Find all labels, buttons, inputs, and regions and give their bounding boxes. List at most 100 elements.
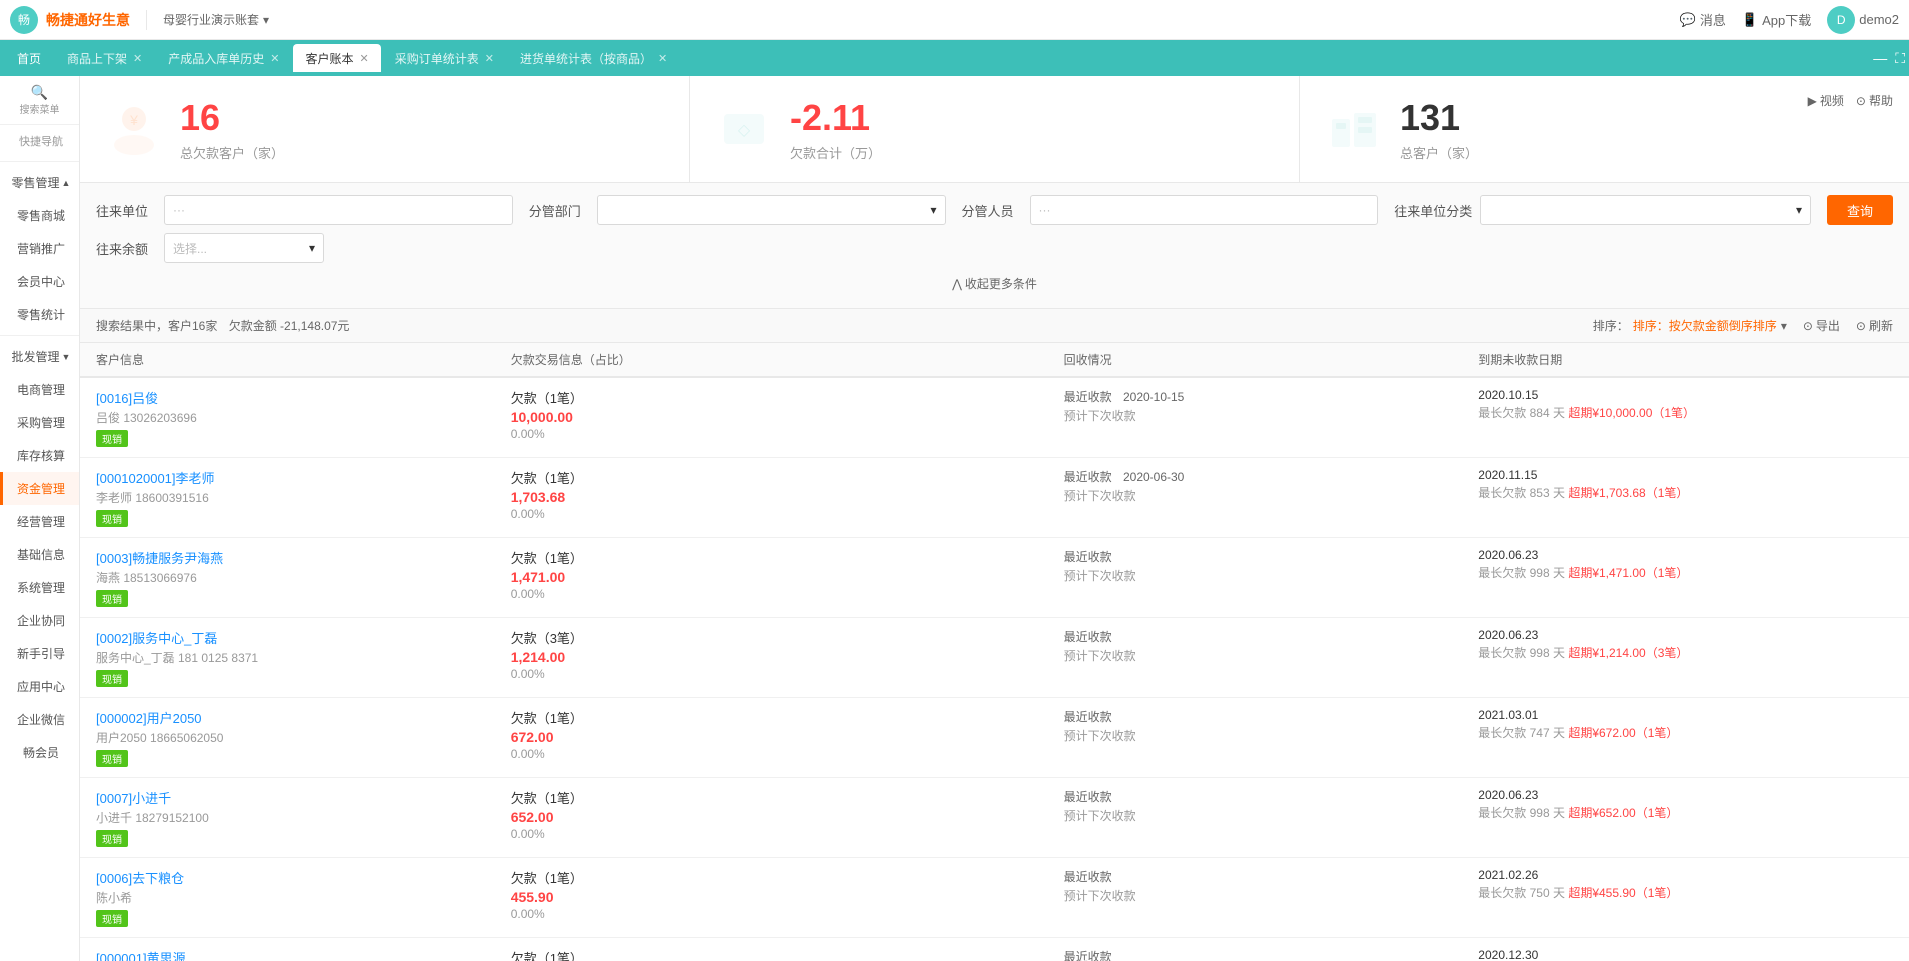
sidebar-item-member-plus[interactable]: 畅会员 [0,736,79,769]
help-btn[interactable]: ⊙ 帮助 [1856,92,1893,109]
tab-customer-account-close[interactable]: ✕ [360,52,369,65]
sidebar-item-warehouse[interactable]: 库存核算 [0,439,79,472]
recovery-next-5: 预计下次收款 [1064,807,1479,824]
recovery-info-3: 最近收款 预计下次收款 [1064,628,1479,664]
person-input[interactable]: ··· [1030,195,1379,225]
sidebar-item-system[interactable]: 系统管理 [0,571,79,604]
debt-amount-5[interactable]: 652.00 [511,809,1064,825]
sidebar-corp-wechat-label: 企业微信 [17,713,65,727]
overdue-link-6[interactable]: 超期¥455.90（1笔） [1568,886,1678,900]
customer-phone-0: 吕俊 13026203696 [96,409,511,426]
customer-name-4[interactable]: [000002]用户2050 [96,708,511,727]
customer-phone-1: 李老师 18600391516 [96,489,511,506]
sidebar-item-corp-wechat[interactable]: 企业微信 [0,703,79,736]
sort-arrow: ▾ [1781,319,1787,333]
debt-amount-1[interactable]: 1,703.68 [511,489,1064,505]
total-customers-icon [1324,99,1384,159]
app-download-button[interactable]: 📱 App下载 [1742,10,1811,29]
message-label: 消息 [1700,10,1726,29]
stat-content-debt-amount: -2.11 欠款合计（万） [790,96,1275,162]
tab-product-off-label: 商品上下架 [67,50,127,67]
sidebar-item-guide[interactable]: 新手引导 [0,637,79,670]
overdue-link-2[interactable]: 超期¥1,471.00（1笔） [1568,566,1688,580]
debt-amount-4[interactable]: 672.00 [511,729,1064,745]
overdue-link-3[interactable]: 超期¥1,214.00（3笔） [1568,646,1688,660]
unit-class-select[interactable]: ▾ [1480,195,1811,225]
tab-product-history[interactable]: 产成品入库单历史 ✕ [156,44,291,72]
customer-name-1[interactable]: [0001020001]李老师 [96,468,511,487]
col-header-customer: 客户信息 [96,351,511,368]
result-actions: 排序： 排序：按欠款金额倒序排序 ▾ ⊙ 导出 ⊙ 刷新 [1593,317,1893,334]
sidebar-item-member[interactable]: 会员中心 [0,265,79,298]
result-sort[interactable]: 排序： 排序：按欠款金额倒序排序 ▾ [1593,317,1787,334]
sidebar-item-retail-mall[interactable]: 零售商城 [0,199,79,232]
from-unit-input[interactable]: ··· [164,195,513,225]
sidebar-item-quick-nav[interactable]: 快捷导航 [0,125,79,157]
customer-phone-2: 海燕 18513066976 [96,569,511,586]
customer-name-6[interactable]: [0006]去下粮仓 [96,868,511,887]
svg-text:¥: ¥ [129,112,138,128]
view-video-btn[interactable]: ▶ 视频 [1808,92,1844,109]
customer-tag-2: 现销 [96,590,128,607]
customer-info-0: [0016]吕俊 吕俊 13026203696 现销 [96,388,511,447]
debt-amount-6[interactable]: 455.90 [511,889,1064,905]
data-table: 客户信息 欠款交易信息（占比） 回收情况 到期未收款日期 [0016]吕俊 吕俊… [80,343,1909,961]
dept-select[interactable]: ▾ [597,195,946,225]
sidebar-item-operation[interactable]: 经营管理 [0,505,79,538]
sidebar-search[interactable]: 🔍 搜索菜单 [0,76,79,125]
overdue-link-5[interactable]: 超期¥652.00（1笔） [1568,806,1678,820]
tab-product-history-close[interactable]: ✕ [270,52,279,65]
sidebar-item-ecommerce[interactable]: 电商管理 [0,373,79,406]
user-menu[interactable]: D demo2 [1827,6,1899,34]
balance-select[interactable]: 选择... ▾ [164,233,324,263]
debt-amount-0[interactable]: 10,000.00 [511,409,1064,425]
tab-product-off[interactable]: 商品上下架 ✕ [55,44,154,72]
tab-purchase-stats-close[interactable]: ✕ [658,52,667,65]
customer-name-5[interactable]: [0007]小进千 [96,788,511,807]
tab-product-off-close[interactable]: ✕ [133,52,142,65]
tab-customer-account[interactable]: 客户账本 ✕ [293,44,380,72]
debt-amount-2[interactable]: 1,471.00 [511,569,1064,585]
tab-minimize-icon[interactable]: — [1873,50,1887,66]
overdue-link-4[interactable]: 超期¥672.00（1笔） [1568,726,1678,740]
stat-card-debt-customers: ¥ 16 总欠款客户（家） [80,76,690,182]
tab-purchase-order[interactable]: 采购订单统计表 ✕ [383,44,506,72]
search-button[interactable]: 查询 [1827,195,1893,225]
sidebar-item-batch-mgmt[interactable]: 批发管理 ▼ [0,340,79,373]
sidebar-item-retail-mgmt[interactable]: 零售管理 ▲ [0,166,79,199]
collapse-button[interactable]: ⋀ 收起更多条件 [952,275,1037,292]
sidebar-item-enterprise[interactable]: 企业协同 [0,604,79,637]
debt-amount-icon: ◇ [714,99,774,159]
customer-tag-3: 现销 [96,670,128,687]
sidebar-item-basic-info[interactable]: 基础信息 [0,538,79,571]
message-button[interactable]: 💬 消息 [1680,10,1726,29]
recovery-next-6: 预计下次收款 [1064,887,1479,904]
customer-name-3[interactable]: [0002]服务中心_丁磊 [96,628,511,647]
overdue-link-0[interactable]: 超期¥10,000.00（1笔） [1568,406,1695,420]
result-amount: 欠款金额 -21,148.07元 [229,319,350,333]
sidebar-item-marketing[interactable]: 营销推广 [0,232,79,265]
sidebar-item-retail-stats[interactable]: 零售统计 [0,298,79,331]
sidebar-item-finance[interactable]: 资金管理 [0,472,79,505]
tab-purchase-stats[interactable]: 进货单统计表（按商品） ✕ [508,44,679,72]
debt-ratio-3: 0.00% [511,667,1064,681]
sidebar-item-app-center[interactable]: 应用中心 [0,670,79,703]
company-selector[interactable]: 母婴行业演示账套 ▾ [163,11,269,28]
customer-info-7: [000001]黄思源 黄思源 13552700226 现销 [96,948,511,961]
debt-amount-3[interactable]: 1,214.00 [511,649,1064,665]
overdue-link-1[interactable]: 超期¥1,703.68（1笔） [1568,486,1688,500]
sidebar-item-purchase[interactable]: 采购管理 [0,406,79,439]
tab-maximize-icon[interactable]: ⛶ [1895,50,1905,67]
recovery-next-2: 预计下次收款 [1064,567,1479,584]
tab-purchase-order-close[interactable]: ✕ [485,52,494,65]
tab-home[interactable]: 首页 [5,44,53,72]
export-button[interactable]: ⊙ 导出 [1803,317,1840,334]
recovery-info-7: 最近收款 预计下次收款 [1064,948,1479,961]
debt-ratio-5: 0.00% [511,827,1064,841]
refresh-button[interactable]: ⊙ 刷新 [1856,317,1893,334]
customer-name-7[interactable]: [000001]黄思源 [96,948,511,961]
debt-count-6: 欠款（1笔） [511,868,1064,887]
customer-name-0[interactable]: [0016]吕俊 [96,388,511,407]
customer-name-2[interactable]: [0003]畅捷服务尹海燕 [96,548,511,567]
tab-purchase-stats-label: 进货单统计表（按商品） [520,50,652,67]
